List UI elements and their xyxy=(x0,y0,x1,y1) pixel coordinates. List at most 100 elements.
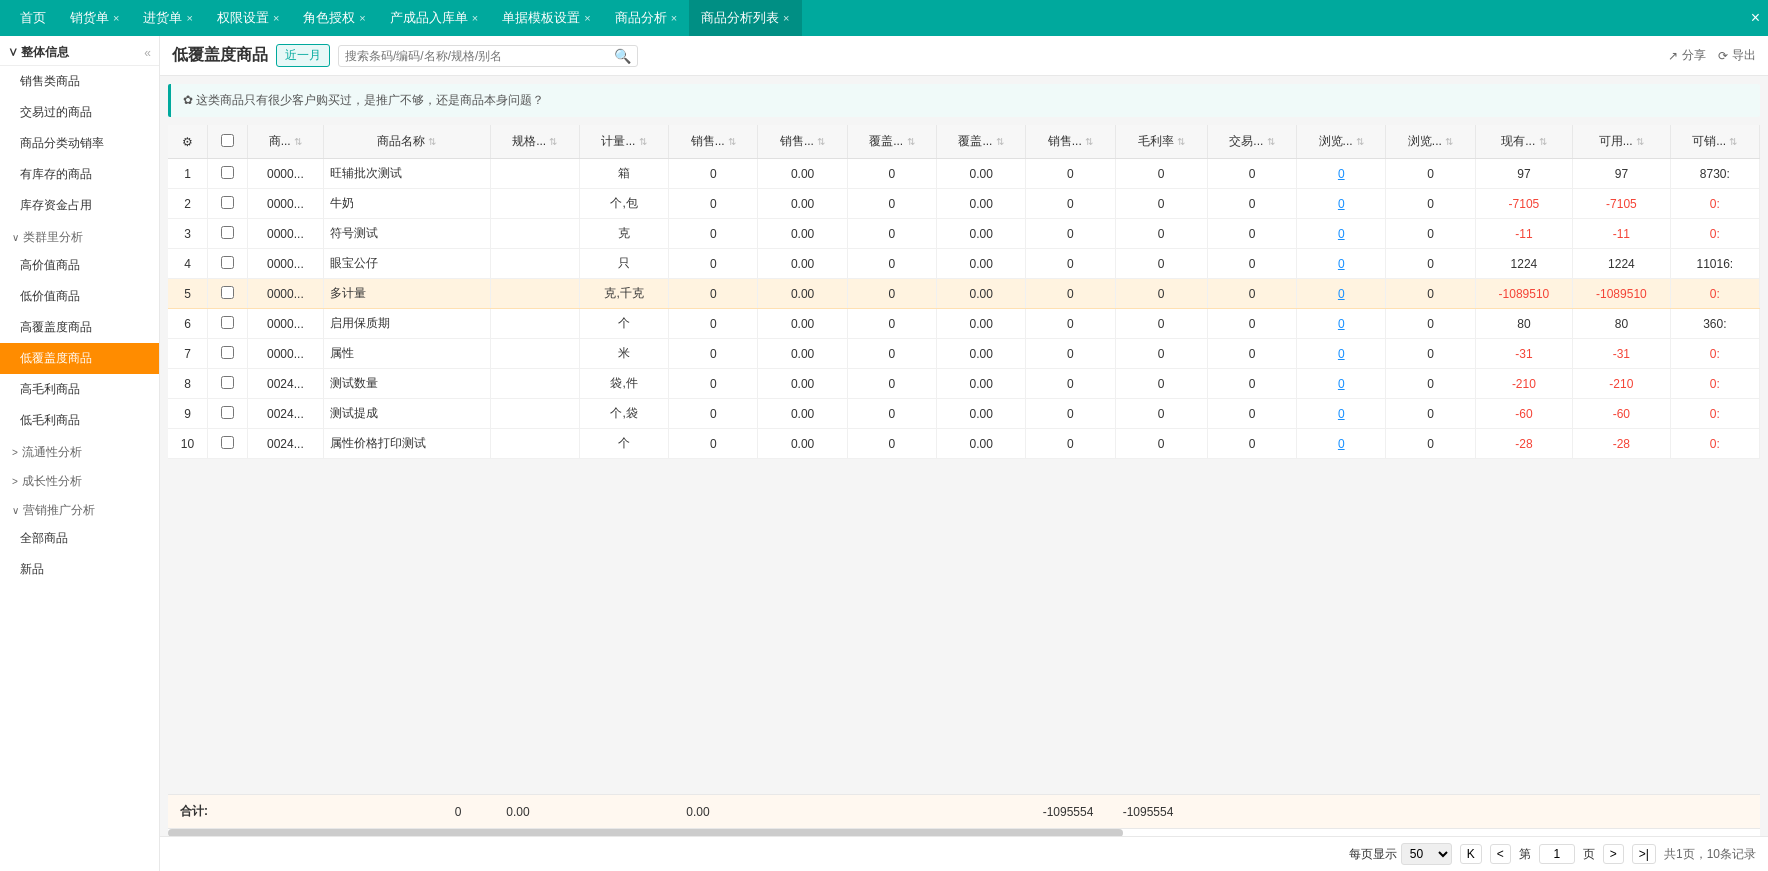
sidebar-item-instock-goods[interactable]: 有库存的商品 xyxy=(0,159,159,190)
th-cover1[interactable]: 覆盖... ⇅ xyxy=(847,125,936,159)
select-all-checkbox[interactable] xyxy=(221,134,234,147)
th-sales1[interactable]: 销售... ⇅ xyxy=(669,125,758,159)
row-select-checkbox[interactable] xyxy=(221,286,234,299)
row-select-checkbox[interactable] xyxy=(221,226,234,239)
export-button[interactable]: ⟳ 导出 xyxy=(1718,47,1756,64)
prev-page-button[interactable]: < xyxy=(1490,844,1511,864)
sidebar-item-low-coverage[interactable]: 低覆盖度商品 xyxy=(0,343,159,374)
row-select-checkbox[interactable] xyxy=(221,376,234,389)
row-checkbox[interactable] xyxy=(208,339,248,369)
th-browse1[interactable]: 浏览... ⇅ xyxy=(1297,125,1386,159)
sidebar-item-high-coverage[interactable]: 高覆盖度商品 xyxy=(0,312,159,343)
sidebar-section-group-analysis[interactable]: ∨ 类群里分析 xyxy=(0,221,159,250)
row-checkbox[interactable] xyxy=(208,429,248,459)
nav-purchase-order[interactable]: 进货单 × xyxy=(131,0,204,36)
row-select-checkbox[interactable] xyxy=(221,256,234,269)
nav-template-settings[interactable]: 单据模板设置 × xyxy=(490,0,602,36)
last-page-button[interactable]: >| xyxy=(1632,844,1656,864)
th-stock1[interactable]: 现有... ⇅ xyxy=(1475,125,1572,159)
sidebar-section-marketing[interactable]: ∨ 营销推广分析 xyxy=(0,494,159,523)
nav-close-analysis-list[interactable]: × xyxy=(783,12,789,24)
th-settings[interactable]: ⚙ xyxy=(168,125,208,159)
first-page-button[interactable]: K xyxy=(1460,844,1482,864)
search-input[interactable] xyxy=(345,49,614,63)
row-checkbox[interactable] xyxy=(208,399,248,429)
row-select-checkbox[interactable] xyxy=(221,316,234,329)
share-button[interactable]: ↗ 分享 xyxy=(1668,47,1706,64)
sidebar-section-circulation[interactable]: > 流通性分析 xyxy=(0,436,159,465)
th-gross[interactable]: 毛利率 ⇅ xyxy=(1115,125,1207,159)
row-checkbox[interactable] xyxy=(208,159,248,189)
window-close-button[interactable]: × xyxy=(1751,9,1760,27)
th-spec[interactable]: 规格... ⇅ xyxy=(490,125,579,159)
nav-sales-order[interactable]: 销货单 × xyxy=(58,0,131,36)
th-trade[interactable]: 交易... ⇅ xyxy=(1207,125,1296,159)
nav-product-storage[interactable]: 产成品入库单 × xyxy=(378,0,490,36)
row-browse1[interactable]: 0 xyxy=(1297,219,1386,249)
row-select-checkbox[interactable] xyxy=(221,346,234,359)
row-browse1[interactable]: 0 xyxy=(1297,429,1386,459)
sidebar-collapse-icon[interactable]: « xyxy=(144,46,151,60)
row-checkbox[interactable] xyxy=(208,249,248,279)
th-name[interactable]: 商品名称 ⇅ xyxy=(323,125,490,159)
th-unit[interactable]: 计量... ⇅ xyxy=(579,125,668,159)
row-checkbox[interactable] xyxy=(208,279,248,309)
row-select-checkbox[interactable] xyxy=(221,436,234,449)
nav-permission-settings[interactable]: 权限设置 × xyxy=(205,0,291,36)
th-stock3[interactable]: 可销... ⇅ xyxy=(1670,125,1759,159)
th-browse2[interactable]: 浏览... ⇅ xyxy=(1386,125,1475,159)
nav-product-analysis-list[interactable]: 商品分析列表 × xyxy=(689,0,801,36)
row-browse1[interactable]: 0 xyxy=(1297,399,1386,429)
sidebar-item-low-gross[interactable]: 低毛利商品 xyxy=(0,405,159,436)
period-button[interactable]: 近一月 xyxy=(276,44,330,67)
sidebar-item-high-value[interactable]: 高价值商品 xyxy=(0,250,159,281)
per-page-select[interactable]: 50 20 100 xyxy=(1401,843,1452,865)
nav-home[interactable]: 首页 xyxy=(8,0,58,36)
row-browse1[interactable]: 0 xyxy=(1297,159,1386,189)
row-browse1[interactable]: 0 xyxy=(1297,189,1386,219)
row-checkbox[interactable] xyxy=(208,219,248,249)
row-browse1[interactable]: 0 xyxy=(1297,369,1386,399)
row-checkbox[interactable] xyxy=(208,189,248,219)
page-number-input[interactable] xyxy=(1539,844,1575,864)
row-browse1[interactable]: 0 xyxy=(1297,339,1386,369)
sidebar-item-category-turnover[interactable]: 商品分类动销率 xyxy=(0,128,159,159)
nav-close-permission[interactable]: × xyxy=(273,12,279,24)
search-icon[interactable]: 🔍 xyxy=(614,48,631,64)
sidebar-item-new-goods[interactable]: 新品 xyxy=(0,554,159,585)
nav-close-purchase[interactable]: × xyxy=(186,12,192,24)
row-cover1: 0 xyxy=(847,429,936,459)
nav-role-auth[interactable]: 角色授权 × xyxy=(291,0,377,36)
sidebar-item-sales-goods[interactable]: 销售类商品 xyxy=(0,66,159,97)
row-browse1[interactable]: 0 xyxy=(1297,309,1386,339)
th-checkbox[interactable] xyxy=(208,125,248,159)
row-checkbox[interactable] xyxy=(208,309,248,339)
nav-close-template[interactable]: × xyxy=(584,12,590,24)
nav-close-storage[interactable]: × xyxy=(472,12,478,24)
nav-close-sales[interactable]: × xyxy=(113,12,119,24)
nav-close-analysis[interactable]: × xyxy=(671,12,677,24)
row-select-checkbox[interactable] xyxy=(221,196,234,209)
row-select-checkbox[interactable] xyxy=(221,166,234,179)
row-browse1[interactable]: 0 xyxy=(1297,249,1386,279)
table-container[interactable]: ⚙ 商... ⇅ 商品名称 ⇅ 规格... ⇅ 计量... ⇅ 销售... ⇅ … xyxy=(168,125,1760,794)
nav-product-analysis[interactable]: 商品分析 × xyxy=(603,0,689,36)
sidebar-item-low-value[interactable]: 低价值商品 xyxy=(0,281,159,312)
sidebar-toggle[interactable]: ∨ 整体信息 xyxy=(8,44,69,61)
sidebar-item-all-goods[interactable]: 全部商品 xyxy=(0,523,159,554)
row-select-checkbox[interactable] xyxy=(221,406,234,419)
nav-close-role[interactable]: × xyxy=(359,12,365,24)
sidebar-item-traded-goods[interactable]: 交易过的商品 xyxy=(0,97,159,128)
row-browse1[interactable]: 0 xyxy=(1297,279,1386,309)
th-stock2[interactable]: 可用... ⇅ xyxy=(1573,125,1670,159)
th-code[interactable]: 商... ⇅ xyxy=(247,125,323,159)
sidebar-item-high-gross[interactable]: 高毛利商品 xyxy=(0,374,159,405)
next-page-button[interactable]: > xyxy=(1603,844,1624,864)
sidebar-item-capital-occupation[interactable]: 库存资金占用 xyxy=(0,190,159,221)
th-sales3[interactable]: 销售... ⇅ xyxy=(1026,125,1115,159)
th-cover2[interactable]: 覆盖... ⇅ xyxy=(937,125,1026,159)
row-checkbox[interactable] xyxy=(208,369,248,399)
th-sales2[interactable]: 销售... ⇅ xyxy=(758,125,847,159)
settings-icon[interactable]: ⚙ xyxy=(182,135,193,149)
sidebar-section-growth[interactable]: > 成长性分析 xyxy=(0,465,159,494)
